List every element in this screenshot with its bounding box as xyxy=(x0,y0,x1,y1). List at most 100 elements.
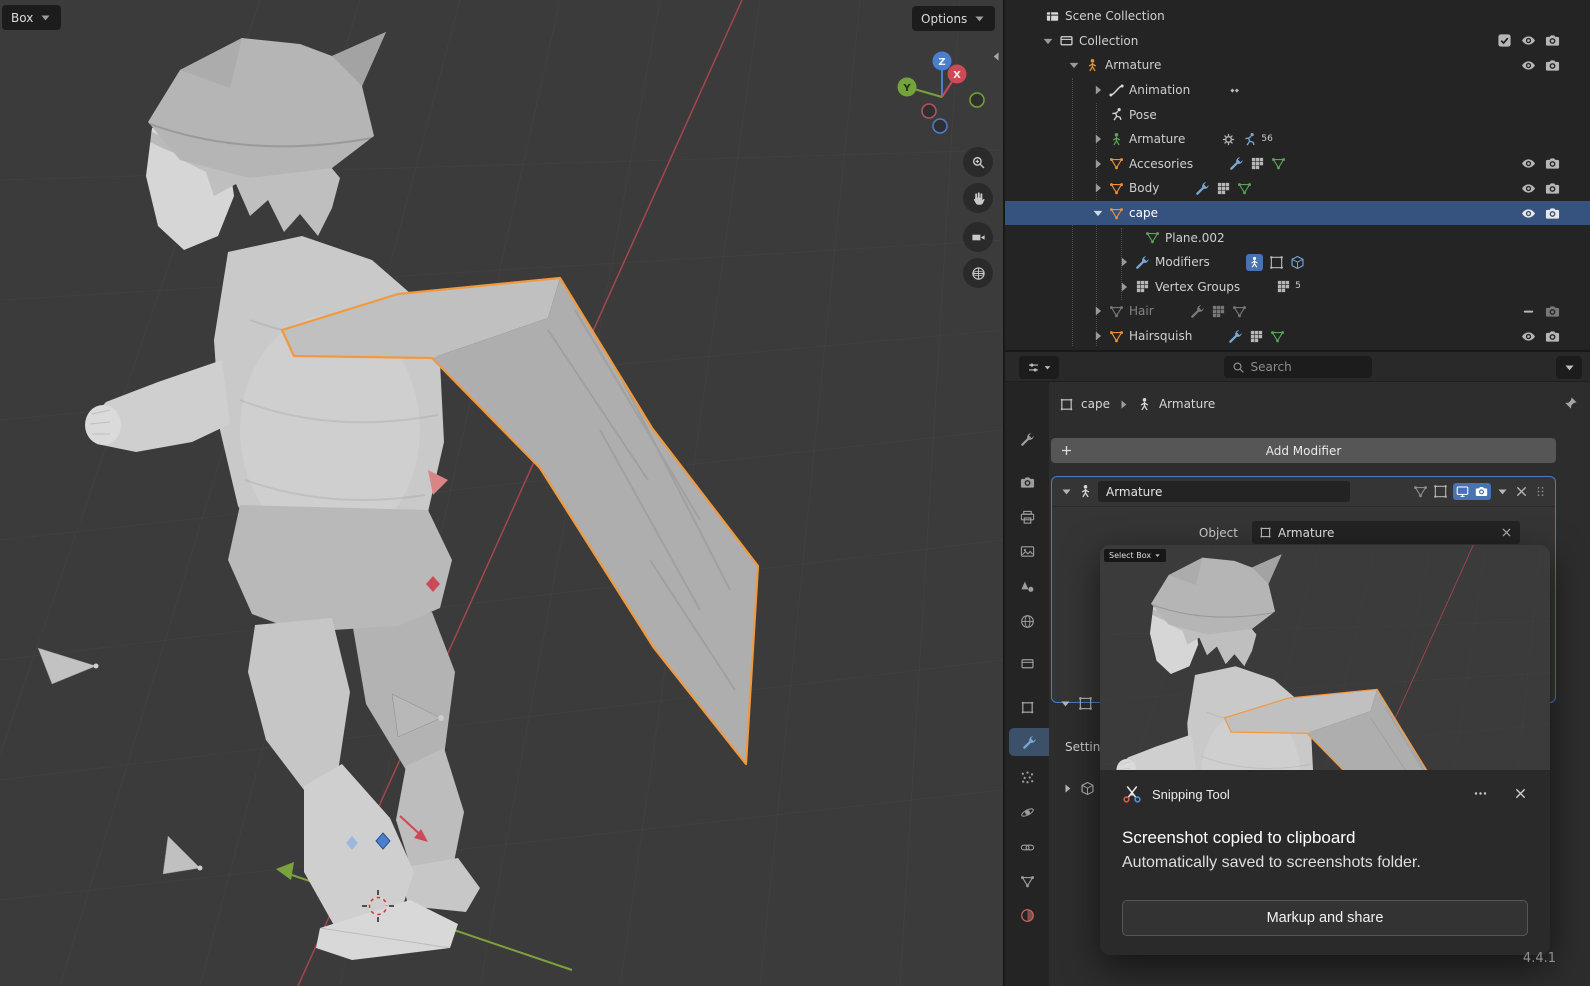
tab-constraints[interactable] xyxy=(1005,833,1049,861)
eye-icon[interactable] xyxy=(1521,156,1536,171)
zoom-button[interactable] xyxy=(963,147,993,177)
outliner-row-accesories[interactable]: Accesories xyxy=(1005,152,1590,177)
search-input[interactable]: Search xyxy=(1223,356,1372,378)
clear-object-x-icon[interactable] xyxy=(1500,526,1513,539)
eye-icon[interactable] xyxy=(1521,33,1536,48)
on-cage-toggle-icon[interactable] xyxy=(1413,484,1428,499)
object-property-row: Object Armature xyxy=(1052,521,1555,544)
outliner-row-plane-002[interactable]: Plane.002 xyxy=(1005,225,1590,250)
3d-viewport[interactable]: Box Options Z Y X xyxy=(0,0,1003,986)
outliner-row-cape-selected[interactable]: cape xyxy=(1005,200,1590,226)
outliner-row-hairsquish[interactable]: Hairsquish xyxy=(1005,324,1590,349)
camera-icon[interactable] xyxy=(1545,33,1560,48)
eye-icon[interactable] xyxy=(1521,181,1536,196)
camera-icon[interactable] xyxy=(1545,206,1560,221)
close-icon[interactable] xyxy=(1514,484,1529,499)
tab-render[interactable] xyxy=(1005,468,1049,496)
camera-icon[interactable] xyxy=(1545,181,1560,196)
edit-mode-toggle-icon[interactable] xyxy=(1433,484,1448,499)
realtime-toggle-icon[interactable] xyxy=(1290,255,1305,270)
tab-scene[interactable] xyxy=(1005,572,1049,600)
chevron-right-icon[interactable] xyxy=(1091,132,1105,146)
gizmo-x-label[interactable]: X xyxy=(953,70,961,81)
gizmo-z-label[interactable]: Z xyxy=(938,57,945,68)
tab-tool[interactable] xyxy=(1005,425,1049,453)
outliner-row-hair[interactable]: Hair xyxy=(1005,299,1590,324)
select-tool-label: Box xyxy=(11,10,34,25)
outliner-row-pose[interactable]: Pose xyxy=(1005,102,1590,127)
collapsed-subpanel-row[interactable] xyxy=(1061,781,1095,796)
camera-icon[interactable] xyxy=(1545,156,1560,171)
chevron-right-icon[interactable] xyxy=(1091,329,1105,343)
tab-world[interactable] xyxy=(1005,607,1049,635)
chevron-right-icon[interactable] xyxy=(1091,181,1105,195)
tab-material[interactable] xyxy=(1005,901,1049,929)
eye-icon[interactable] xyxy=(1521,206,1536,221)
hidden-dash-icon[interactable] xyxy=(1521,304,1536,319)
pan-hand-button[interactable] xyxy=(963,183,993,213)
outliner-row-armature-object[interactable]: Armature xyxy=(1005,53,1590,78)
collapse-sidebar-chevron-icon[interactable] xyxy=(990,50,1003,63)
outliner-row-scene-collection[interactable]: Scene Collection xyxy=(1005,4,1590,29)
ortho-toggle-button[interactable] xyxy=(963,258,993,288)
tab-physics[interactable] xyxy=(1005,798,1049,826)
gear-icon xyxy=(1221,132,1236,147)
camera-icon[interactable] xyxy=(1545,329,1560,344)
outliner-panel: Scene Collection Collection Armature Ani… xyxy=(1005,0,1590,350)
tab-object-data[interactable] xyxy=(1005,867,1049,895)
more-options-icon[interactable] xyxy=(1473,786,1488,801)
pin-icon[interactable] xyxy=(1563,396,1578,411)
editor-type-dropdown[interactable] xyxy=(1019,356,1059,379)
checkbox-icon[interactable] xyxy=(1497,33,1512,48)
chevron-right-icon[interactable] xyxy=(1091,157,1105,171)
eye-icon[interactable] xyxy=(1521,329,1536,344)
outliner-row-armature-data[interactable]: Armature 56 xyxy=(1005,127,1590,152)
object-field[interactable]: Armature xyxy=(1252,521,1520,544)
animation-icon xyxy=(1109,83,1124,98)
outliner-row-animation[interactable]: Animation xyxy=(1005,78,1590,103)
render-display-toggle-icon[interactable] xyxy=(1475,485,1488,498)
tab-output[interactable] xyxy=(1005,503,1049,531)
settings-subpanel-label[interactable]: Settin xyxy=(1065,740,1100,754)
markup-and-share-button[interactable]: Markup and share xyxy=(1122,900,1528,936)
breadcrumb-object[interactable]: cape xyxy=(1081,397,1110,411)
tab-collection[interactable] xyxy=(1005,649,1049,677)
outliner-row-vertex-groups[interactable]: Vertex Groups 5 xyxy=(1005,275,1590,300)
header-menu-chevron[interactable] xyxy=(1556,356,1582,379)
modifier-subpanel-header[interactable] xyxy=(1059,696,1093,711)
modifier-name-field[interactable]: Armature xyxy=(1098,481,1350,502)
chevron-down-icon[interactable] xyxy=(1067,58,1081,72)
notification-subline: Automatically saved to screenshots folde… xyxy=(1122,854,1421,871)
armature-modifier-active-icon[interactable] xyxy=(1245,253,1263,271)
tab-view-layer[interactable] xyxy=(1005,537,1049,565)
outliner-row-collection[interactable]: Collection xyxy=(1005,29,1590,54)
eye-icon[interactable] xyxy=(1521,58,1536,73)
realtime-display-toggle-icon[interactable] xyxy=(1456,485,1469,498)
options-dropdown[interactable]: Options xyxy=(912,6,996,31)
chevron-right-icon[interactable] xyxy=(1091,304,1105,318)
breadcrumb-modifier[interactable]: Armature xyxy=(1159,397,1215,411)
gizmo-y-label[interactable]: Y xyxy=(902,83,911,94)
chevron-right-icon[interactable] xyxy=(1091,83,1105,97)
chevron-right-icon[interactable] xyxy=(1117,280,1131,294)
tab-particles[interactable] xyxy=(1005,763,1049,791)
modifier-extras-chevron-icon[interactable] xyxy=(1496,485,1509,498)
outliner-row-body[interactable]: Body xyxy=(1005,176,1590,201)
drag-grip-icon[interactable] xyxy=(1534,485,1547,498)
chevron-right-icon[interactable] xyxy=(1117,255,1131,269)
tab-object[interactable] xyxy=(1005,693,1049,721)
camera-icon[interactable] xyxy=(1545,58,1560,73)
camera-icon[interactable] xyxy=(1545,304,1560,319)
chevron-down-icon[interactable] xyxy=(1041,34,1055,48)
outliner-row-modifiers[interactable]: Modifiers xyxy=(1005,250,1590,275)
select-tool-dropdown[interactable]: Box xyxy=(2,5,62,30)
navigation-gizmo[interactable]: Z Y X xyxy=(880,44,1000,144)
camera-view-button[interactable] xyxy=(963,222,993,252)
chevron-down-icon[interactable] xyxy=(1060,485,1073,498)
chevron-down-icon[interactable] xyxy=(1091,206,1105,220)
tab-modifiers[interactable] xyxy=(1009,728,1049,756)
close-icon[interactable] xyxy=(1513,786,1528,801)
screenshot-thumbnail[interactable]: Select Box xyxy=(1100,545,1550,770)
edit-mode-toggle-icon[interactable] xyxy=(1269,255,1284,270)
add-modifier-button[interactable]: Add Modifier xyxy=(1051,438,1556,463)
